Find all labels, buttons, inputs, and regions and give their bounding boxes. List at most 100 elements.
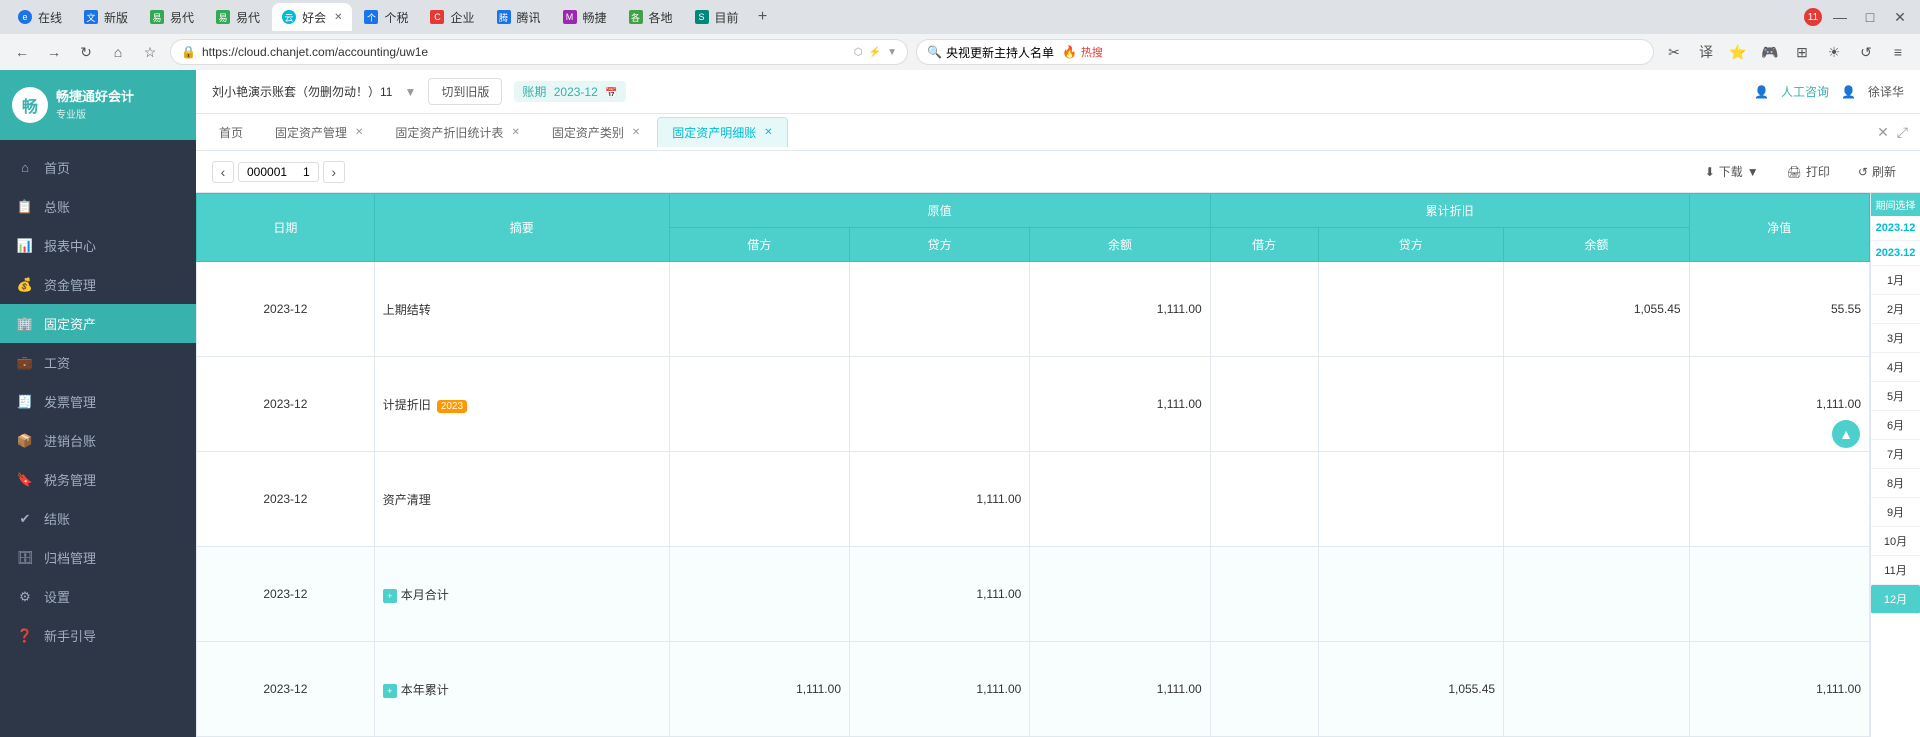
period-item[interactable]: 2月 <box>1871 295 1920 324</box>
home-button[interactable]: ⌂ <box>106 40 130 64</box>
period-item[interactable]: 3月 <box>1871 324 1920 353</box>
cell-date: 2023-12 <box>197 642 375 737</box>
tab-close-icon-4[interactable]: ✕ <box>334 12 342 23</box>
tab-asset-category[interactable]: 固定资产类别 ✕ <box>537 117 655 147</box>
cell-accum-credit <box>1318 547 1504 642</box>
table-row: 2023-12 +本年累计 1,111.00 1,111.00 1,111.00… <box>197 642 1870 737</box>
tab-close-asset-detail[interactable]: ✕ <box>764 127 772 138</box>
browser-tab-4[interactable]: 云 好会 ✕ <box>272 3 352 31</box>
star-icon[interactable]: ⭐ <box>1726 40 1750 64</box>
cell-orig-credit: 1,111.00 <box>850 642 1030 737</box>
period-item[interactable]: 9月 <box>1871 498 1920 527</box>
close-button[interactable]: ✕ <box>1888 5 1912 29</box>
logo-title: 畅捷通好会计 <box>56 89 134 106</box>
sidebar-item-ledger[interactable]: 📋 总账 <box>0 187 196 226</box>
tab-close-fixed-assets-mgmt[interactable]: ✕ <box>355 127 363 138</box>
period-item[interactable]: 4月 <box>1871 353 1920 382</box>
back-button[interactable]: ← <box>10 40 34 64</box>
scissors-icon[interactable]: ✂ <box>1662 40 1686 64</box>
period-item[interactable]: 7月 <box>1871 440 1920 469</box>
translate-icon[interactable]: 译 <box>1694 40 1718 64</box>
next-page-button[interactable]: › <box>323 161 345 183</box>
browser-tab-2[interactable]: 易 易代 <box>140 3 204 31</box>
tab-home-label: 首页 <box>219 124 243 141</box>
sidebar-item-invoice[interactable]: 🧾 发票管理 <box>0 382 196 421</box>
sidebar-item-home[interactable]: ⌂ 首页 <box>0 148 196 187</box>
refresh-button[interactable]: ↺ 刷新 <box>1850 159 1904 184</box>
browser-tab-10[interactable]: S 目前 <box>685 3 749 31</box>
period-item[interactable]: 10月 <box>1871 527 1920 556</box>
cell-summary: 资产清理 <box>374 452 669 547</box>
download-button[interactable]: ⬇ 下载 ▼ <box>1697 159 1767 184</box>
help-label[interactable]: 人工咨询 <box>1781 83 1829 100</box>
period-item[interactable]: 2023.12 <box>1871 216 1920 241</box>
tab-close-asset-category[interactable]: ✕ <box>632 127 640 138</box>
prev-page-button[interactable]: ‹ <box>212 161 234 183</box>
browser-tab-1[interactable]: 文 新版 <box>74 3 138 31</box>
sidebar-label-home: 首页 <box>44 158 70 177</box>
tab-asset-category-label: 固定资产类别 <box>552 124 624 141</box>
grid-icon[interactable]: ⊞ <box>1790 40 1814 64</box>
sidebar-item-archive[interactable]: 🗄 归档管理 <box>0 538 196 577</box>
expand-button[interactable]: ⤢ <box>1897 124 1908 141</box>
browser-tab-5[interactable]: 个 个税 <box>354 3 418 31</box>
minimize-button[interactable]: — <box>1828 5 1852 29</box>
browser-tab-3[interactable]: 易 易代 <box>206 3 270 31</box>
period-item[interactable]: 2023.12 <box>1871 241 1920 266</box>
tab-fixed-assets-mgmt[interactable]: 固定资产管理 ✕ <box>260 117 378 147</box>
sidebar-item-fixed-assets[interactable]: 🏢 固定资产 <box>0 304 196 343</box>
period-item[interactable]: 6月 <box>1871 411 1920 440</box>
reload-button[interactable]: ↻ <box>74 40 98 64</box>
home-icon: ⌂ <box>16 159 34 177</box>
sidebar-item-guide[interactable]: ❓ 新手引导 <box>0 616 196 655</box>
invoice-icon: 🧾 <box>16 393 34 411</box>
browser-tab-7[interactable]: 腾 腾讯 <box>487 3 551 31</box>
hot-search-label: 🔥 <box>1062 45 1077 59</box>
switch-version-button[interactable]: 切到旧版 <box>428 78 502 105</box>
period-label: 账期 <box>522 85 546 99</box>
search-box[interactable]: 🔍 央视更新主持人名单 🔥 热搜 <box>916 39 1654 65</box>
period-item[interactable]: 12月 <box>1871 585 1920 614</box>
sidebar-item-tax[interactable]: 🔖 税务管理 <box>0 460 196 499</box>
close-all-tabs-button[interactable]: ✕ <box>1877 124 1889 141</box>
menu-icon[interactable]: ≡ <box>1886 40 1910 64</box>
period-item[interactable]: 1月 <box>1871 266 1920 295</box>
browser-tab-8[interactable]: M 畅捷 <box>553 3 617 31</box>
period-item[interactable]: 5月 <box>1871 382 1920 411</box>
page-input-value: 1 <box>303 165 310 179</box>
sidebar-item-reports[interactable]: 📊 报表中心 <box>0 226 196 265</box>
table-row: 2023-12 计提折旧2023 1,111.00 1,111.00 <box>197 357 1870 452</box>
tab-asset-detail[interactable]: 固定资产明细账 ✕ <box>657 117 787 147</box>
bookmark-button[interactable]: ☆ <box>138 40 162 64</box>
tab-controls: ✕ ⤢ <box>1865 124 1920 141</box>
sidebar-label-closing: 结账 <box>44 509 70 528</box>
sidebar-item-closing[interactable]: ✔ 结账 <box>0 499 196 538</box>
print-button[interactable]: 🖨 打印 <box>1779 159 1838 184</box>
cell-orig-balance <box>1030 547 1210 642</box>
browser-tab-6[interactable]: C 企业 <box>420 3 484 31</box>
sidebar-item-funds[interactable]: 💰 资金管理 <box>0 265 196 304</box>
cell-orig-debit <box>669 452 849 547</box>
sidebar-item-settings[interactable]: ⚙ 设置 <box>0 577 196 616</box>
top-bar: 刘小艳演示账套（勿删勿动！）11 ▼ 切到旧版 账期 2023-12 📅 👤 人… <box>196 70 1920 114</box>
history-icon[interactable]: ↺ <box>1854 40 1878 64</box>
new-tab-button[interactable]: + <box>751 5 775 29</box>
sidebar-item-payroll[interactable]: 💼 工资 <box>0 343 196 382</box>
maximize-button[interactable]: □ <box>1858 5 1882 29</box>
period-item[interactable]: 8月 <box>1871 469 1920 498</box>
game-icon[interactable]: 🎮 <box>1758 40 1782 64</box>
period-item[interactable]: 11月 <box>1871 556 1920 585</box>
tab-home[interactable]: 首页 <box>204 117 258 147</box>
cell-net-value <box>1689 547 1869 642</box>
scroll-up-button[interactable]: ▲ <box>1832 420 1860 448</box>
tab-depreciation-table[interactable]: 固定资产折旧统计表 ✕ <box>380 117 534 147</box>
sidebar-item-inventory[interactable]: 📦 进销台账 <box>0 421 196 460</box>
sidebar: 畅 畅捷通好会计 专业版 ⌂ 首页 📋 总账 📊 报表中心 💰 资金管理 <box>0 70 196 737</box>
address-bar[interactable]: 🔒 https://cloud.chanjet.com/accounting/u… <box>170 39 908 65</box>
tab-close-depreciation-table[interactable]: ✕ <box>511 127 519 138</box>
browser-tab-9[interactable]: 各 各地 <box>619 3 683 31</box>
cell-orig-credit: 1,111.00 <box>850 452 1030 547</box>
forward-button[interactable]: → <box>42 40 66 64</box>
browser-tab-0[interactable]: e 在线 <box>8 3 72 31</box>
brightness-icon[interactable]: ☀ <box>1822 40 1846 64</box>
